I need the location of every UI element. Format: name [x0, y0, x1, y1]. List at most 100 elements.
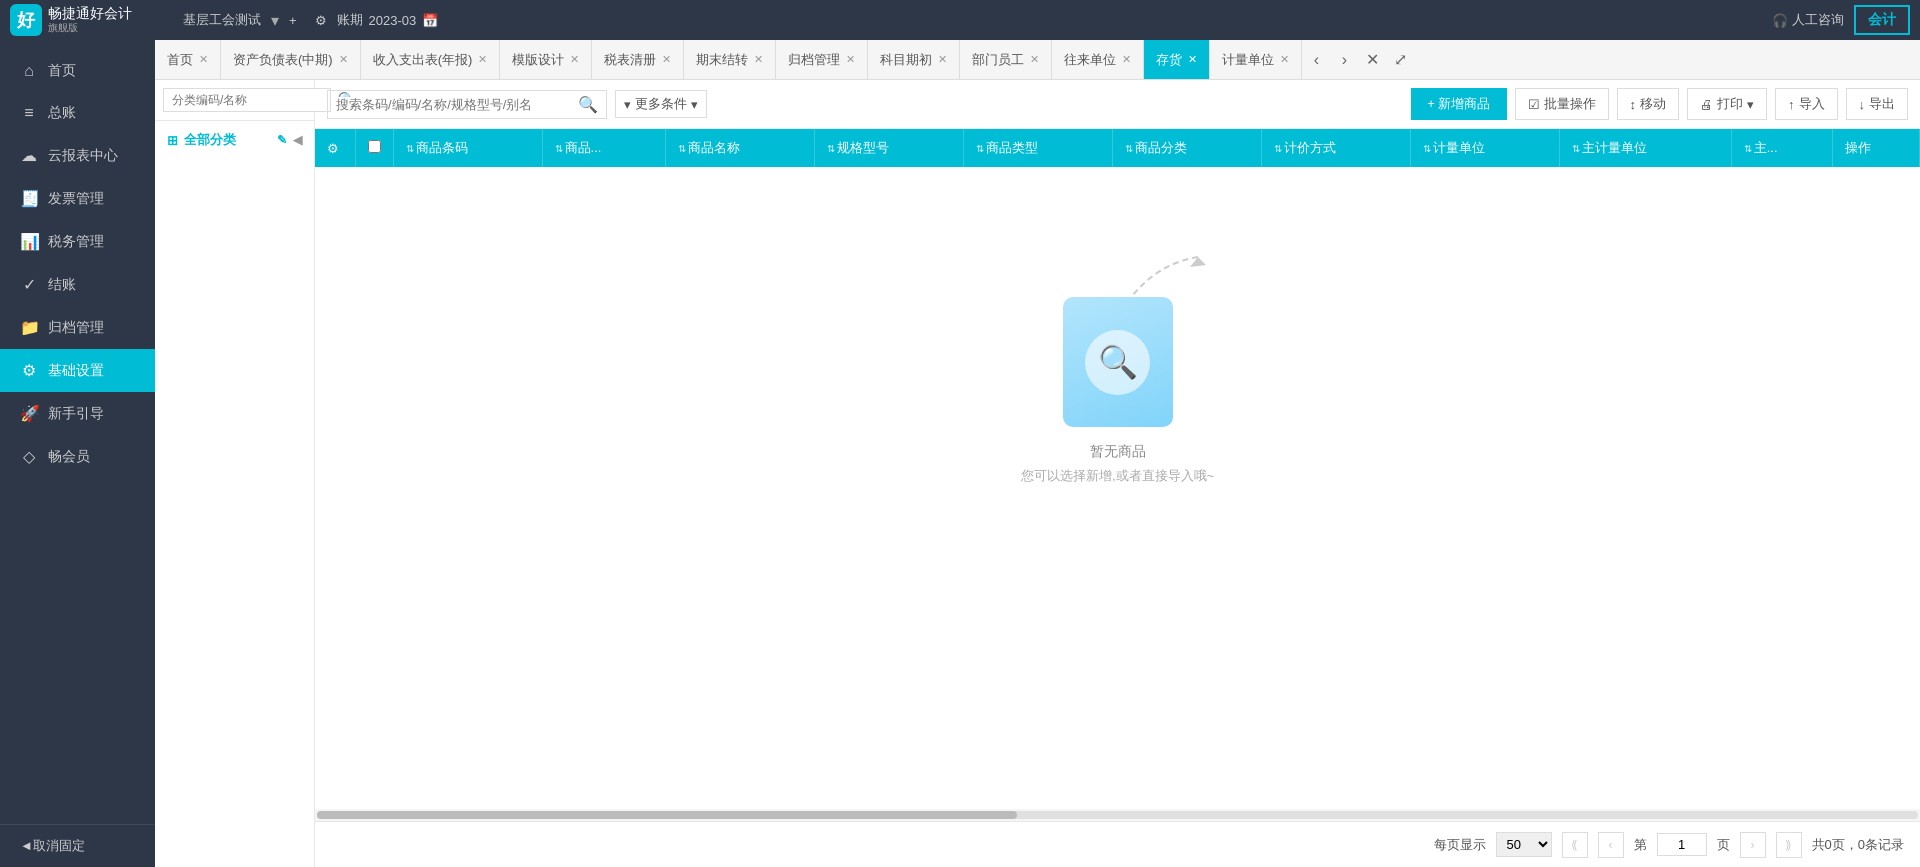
tab-period-transfer-close[interactable]: ✕	[754, 53, 763, 66]
tab-home[interactable]: 首页 ✕	[155, 40, 221, 79]
add-tab-btn[interactable]: +	[281, 9, 305, 32]
tab-income-close[interactable]: ✕	[478, 53, 487, 66]
category-search-input[interactable]	[163, 88, 331, 112]
tab-taxform-close[interactable]: ✕	[662, 53, 671, 66]
ledger-icon: ≡	[20, 104, 38, 122]
sidebar-item-invoice[interactable]: 🧾 发票管理	[0, 177, 155, 220]
col-category[interactable]: ⇅商品分类	[1113, 129, 1262, 167]
tab-balance-close[interactable]: ✕	[339, 53, 348, 66]
col-checkbox[interactable]	[355, 129, 393, 167]
sidebar-item-archive[interactable]: 📁 归档管理	[0, 306, 155, 349]
tab-income-label: 收入支出表(年报)	[373, 51, 473, 69]
col-type[interactable]: ⇅商品类型	[963, 129, 1112, 167]
col-barcode[interactable]: ⇅商品条码	[393, 129, 542, 167]
tab-inventory[interactable]: 存货 ✕	[1144, 40, 1210, 79]
tab-template-close[interactable]: ✕	[570, 53, 579, 66]
tab-income[interactable]: 收入支出表(年报) ✕	[361, 40, 501, 79]
settings-btn[interactable]: ⚙	[307, 9, 335, 32]
tab-department[interactable]: 部门员工 ✕	[960, 40, 1052, 79]
account-btn[interactable]: 会计	[1854, 5, 1910, 35]
tab-scroll-right[interactable]: ›	[1330, 40, 1358, 79]
table-wrapper: ⚙ ⇅商品条码 ⇅商品... ⇅商品名称 ⇅规格型号 ⇅商品类型 ⇅商品分类 ⇅…	[315, 129, 1920, 809]
category-search: 🔍	[155, 80, 314, 121]
scrollbar-thumb[interactable]	[317, 811, 1017, 819]
pagination-next[interactable]: ›	[1740, 832, 1766, 858]
col-main-unit[interactable]: ⇅主计量单位	[1560, 129, 1731, 167]
sidebar-label-guide: 新手引导	[48, 405, 104, 423]
export-btn[interactable]: ↓ 导出	[1846, 88, 1909, 120]
header-right: 🎧 人工咨询 会计	[1772, 5, 1910, 35]
sidebar-nav: ⌂ 首页 ≡ 总账 ☁ 云报表中心 🧾 发票管理 📊 税务管理	[0, 40, 155, 824]
tab-template[interactable]: 模版设计 ✕	[500, 40, 592, 79]
col-name[interactable]: ⇅商品名称	[665, 129, 814, 167]
tab-contacts[interactable]: 往来单位 ✕	[1052, 40, 1144, 79]
tab-inventory-close[interactable]: ✕	[1188, 53, 1197, 66]
tab-account-init-label: 科目期初	[880, 51, 932, 69]
tab-inventory-label: 存货	[1156, 51, 1182, 69]
sidebar-label-home: 首页	[48, 62, 76, 80]
product-search-input[interactable]	[336, 97, 572, 112]
tab-period-transfer[interactable]: 期末结转 ✕	[684, 40, 776, 79]
tab-archive-mgmt[interactable]: 归档管理 ✕	[776, 40, 868, 79]
tab-unit[interactable]: 计量单位 ✕	[1210, 40, 1302, 79]
sidebar-item-close[interactable]: ✓ 结账	[0, 263, 155, 306]
print-chevron: ▾	[1747, 97, 1754, 112]
tab-contacts-close[interactable]: ✕	[1122, 53, 1131, 66]
tab-close-all[interactable]: ✕	[1358, 40, 1386, 79]
product-search-icon[interactable]: 🔍	[578, 95, 598, 114]
sidebar-item-member[interactable]: ◇ 畅会员	[0, 435, 155, 478]
print-btn[interactable]: 🖨 打印 ▾	[1687, 88, 1767, 120]
import-btn[interactable]: ↑ 导入	[1775, 88, 1838, 120]
company-selector[interactable]: 基层工会测试	[175, 7, 269, 33]
pagination-first[interactable]: ⟪	[1562, 832, 1588, 858]
sidebar-item-home[interactable]: ⌂ 首页	[0, 50, 155, 92]
calendar-icon[interactable]: 📅	[422, 13, 438, 28]
tab-home-close[interactable]: ✕	[199, 53, 208, 66]
batch-operation-btn[interactable]: ☑ 批量操作	[1515, 88, 1609, 120]
sidebar-item-guide[interactable]: 🚀 新手引导	[0, 392, 155, 435]
tab-archive-close[interactable]: ✕	[846, 53, 855, 66]
tab-balance[interactable]: 资产负债表(中期) ✕	[221, 40, 361, 79]
total-records: 共0页，0条记录	[1812, 836, 1904, 854]
horizontal-scrollbar[interactable]	[315, 809, 1920, 821]
move-btn[interactable]: ↕ 移动	[1617, 88, 1680, 120]
tab-taxform[interactable]: 税表清册 ✕	[592, 40, 684, 79]
sidebar-item-tax[interactable]: 📊 税务管理	[0, 220, 155, 263]
tab-unit-close[interactable]: ✕	[1280, 53, 1289, 66]
select-all-checkbox[interactable]	[368, 140, 381, 153]
more-filter-btn[interactable]: ▾ 更多条件 ▾	[615, 90, 707, 118]
sidebar-item-settings[interactable]: ⚙ 基础设置	[0, 349, 155, 392]
col-code[interactable]: ⇅商品...	[542, 129, 665, 167]
page-input[interactable]	[1657, 833, 1707, 856]
sidebar-item-ledger[interactable]: ≡ 总账	[0, 92, 155, 134]
close-account-icon: ✓	[20, 275, 38, 294]
edit-icon[interactable]: ✎	[277, 133, 287, 147]
logo-icon: 好	[10, 4, 42, 36]
grid-icon: ⊞	[167, 133, 178, 148]
per-page-select[interactable]: 50 20 100	[1496, 832, 1552, 857]
headset-icon: 🎧	[1772, 13, 1788, 28]
col-setting[interactable]: ⚙	[315, 129, 355, 167]
add-product-btn[interactable]: + 新增商品	[1411, 88, 1506, 120]
customer-service-btn[interactable]: 🎧 人工咨询	[1772, 11, 1844, 29]
tab-balance-label: 资产负债表(中期)	[233, 51, 333, 69]
sidebar-item-cloud[interactable]: ☁ 云报表中心	[0, 134, 155, 177]
pagination-prev[interactable]: ‹	[1598, 832, 1624, 858]
category-all[interactable]: ⊞ 全部分类 ✎ ◀	[155, 121, 314, 159]
tab-department-close[interactable]: ✕	[1030, 53, 1039, 66]
product-search-box[interactable]: 🔍	[327, 90, 607, 119]
unpin-btn[interactable]: ◄取消固定	[0, 824, 155, 867]
collapse-icon[interactable]: ◀	[293, 133, 302, 147]
guide-icon: 🚀	[20, 404, 38, 423]
col-unit[interactable]: ⇅计量单位	[1411, 129, 1560, 167]
col-spec[interactable]: ⇅规格型号	[814, 129, 963, 167]
tab-scroll-left[interactable]: ‹	[1302, 40, 1330, 79]
col-price-method[interactable]: ⇅计价方式	[1262, 129, 1411, 167]
pagination-last[interactable]: ⟫	[1776, 832, 1802, 858]
tab-expand[interactable]: ⤢	[1386, 40, 1414, 79]
tab-account-init[interactable]: 科目期初 ✕	[868, 40, 960, 79]
tab-account-init-close[interactable]: ✕	[938, 53, 947, 66]
scrollbar-track[interactable]	[317, 811, 1918, 819]
col-main-abbr[interactable]: ⇅主...	[1731, 129, 1832, 167]
tax-icon: 📊	[20, 232, 38, 251]
